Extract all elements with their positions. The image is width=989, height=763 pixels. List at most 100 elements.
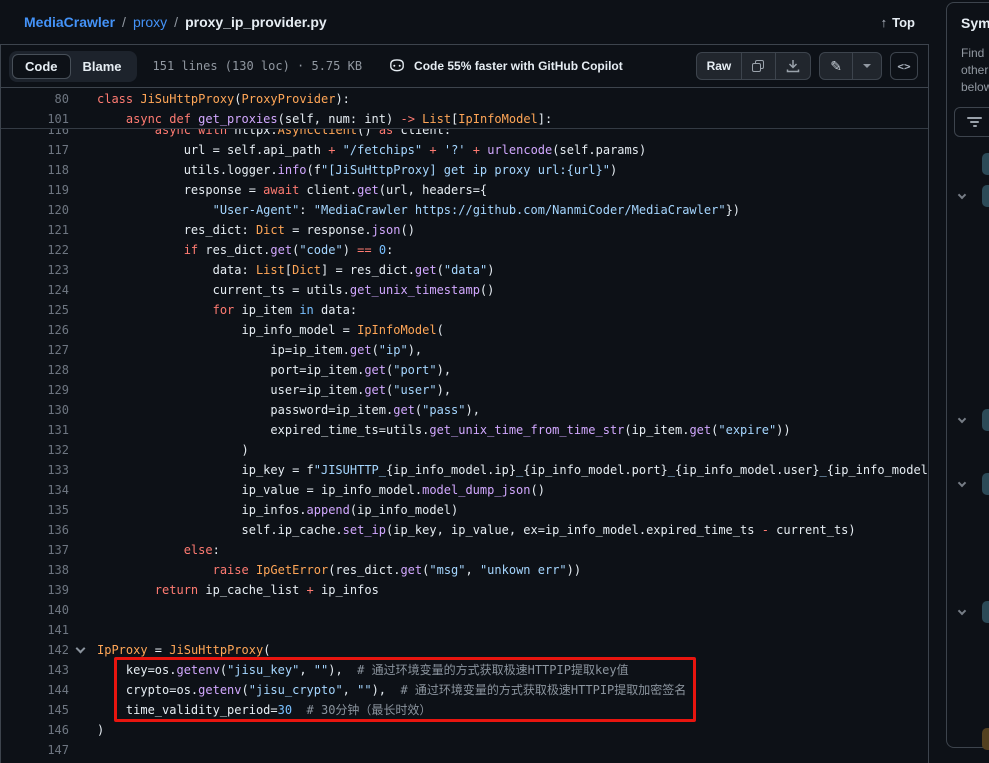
code-line: 130 password=ip_item.get("pass"),	[1, 400, 928, 420]
symbol-pill[interactable]	[982, 473, 989, 495]
symbols-filter-button[interactable]	[954, 107, 989, 137]
symbol-pill[interactable]	[982, 728, 989, 750]
symbol-row[interactable]	[947, 185, 989, 207]
copy-raw-button[interactable]	[741, 53, 775, 79]
code-line: 101 async def get_proxies(self, num: int…	[1, 109, 928, 129]
sticky-lines: 80class JiSuHttpProxy(ProxyProvider):101…	[1, 88, 928, 129]
line-number[interactable]: 132	[1, 440, 69, 460]
line-number[interactable]: 124	[1, 280, 69, 300]
code-line: 125 for ip_item in data:	[1, 300, 928, 320]
edit-file-button[interactable]: ✎	[820, 53, 852, 79]
code-line: 133 ip_key = f"JISUHTTP_{ip_info_model.i…	[1, 460, 928, 480]
line-number[interactable]: 126	[1, 320, 69, 340]
code-line: 131 expired_time_ts=utils.get_unix_time_…	[1, 420, 928, 440]
line-number[interactable]: 133	[1, 460, 69, 480]
line-number[interactable]: 118	[1, 160, 69, 180]
code-line: 126 ip_info_model = IpInfoModel(	[1, 320, 928, 340]
line-number[interactable]: 144	[1, 680, 69, 700]
line-number[interactable]: 131	[1, 420, 69, 440]
chevron-down-icon[interactable]	[958, 415, 966, 423]
symbols-panel: Sym Find other below	[946, 2, 989, 748]
filter-icon	[967, 117, 982, 129]
tab-code[interactable]: Code	[12, 54, 71, 79]
code-line: 124 current_ts = utils.get_unix_timestam…	[1, 280, 928, 300]
line-number[interactable]: 139	[1, 580, 69, 600]
symbol-row[interactable]	[947, 728, 989, 750]
code-line: 119 response = await client.get(url, hea…	[1, 180, 928, 200]
breadcrumb-folder-link[interactable]: proxy	[133, 14, 167, 30]
line-number[interactable]: 122	[1, 240, 69, 260]
chevron-down-icon[interactable]	[958, 479, 966, 487]
code-line: 120 "User-Agent": "MediaCrawler https://…	[1, 200, 928, 220]
line-number[interactable]: 135	[1, 500, 69, 520]
open-symbols-panel-button[interactable]: <>	[890, 52, 918, 80]
line-number[interactable]: 129	[1, 380, 69, 400]
line-number[interactable]: 140	[1, 600, 69, 620]
line-number[interactable]: 125	[1, 300, 69, 320]
symbol-row[interactable]	[947, 601, 989, 623]
symbol-row[interactable]	[947, 473, 989, 495]
code-line: 145 time_validity_period=30 # 30分钟（最长时效）	[1, 700, 928, 720]
code-line: 122 if res_dict.get("code") == 0:	[1, 240, 928, 260]
line-number[interactable]: 130	[1, 400, 69, 420]
code-line: 144 crypto=os.getenv("jisu_crypto", ""),…	[1, 680, 928, 700]
line-number[interactable]: 134	[1, 480, 69, 500]
line-number[interactable]: 136	[1, 520, 69, 540]
line-number[interactable]: 119	[1, 180, 69, 200]
code-line: 141	[1, 620, 928, 640]
line-number[interactable]: 138	[1, 560, 69, 580]
code-line: 80class JiSuHttpProxy(ProxyProvider):	[1, 89, 928, 109]
raw-actions-group: Raw	[696, 52, 812, 80]
code-line: 143 key=os.getenv("jisu_key", ""), # 通过环…	[1, 660, 928, 680]
line-number[interactable]: 120	[1, 200, 69, 220]
line-number[interactable]: 147	[1, 740, 69, 760]
main-column: MediaCrawler / proxy / proxy_ip_provider…	[0, 0, 929, 763]
breadcrumb-filename: proxy_ip_provider.py	[185, 14, 327, 30]
symbol-pill[interactable]	[982, 409, 989, 431]
breadcrumb-separator: /	[174, 14, 178, 30]
symbols-panel-title: Sym	[961, 15, 989, 31]
code-viewer[interactable]: 116 async with httpx.AsyncClient() as cl…	[1, 88, 928, 763]
code-blame-switcher: Code Blame	[9, 51, 137, 82]
breadcrumb-repo-link[interactable]: MediaCrawler	[24, 14, 115, 30]
code-line: 134 ip_value = ip_info_model.model_dump_…	[1, 480, 928, 500]
line-number[interactable]: 128	[1, 360, 69, 380]
code-line: 123 data: List[Dict] = res_dict.get("dat…	[1, 260, 928, 280]
line-number[interactable]: 80	[1, 89, 69, 109]
tab-blame[interactable]: Blame	[71, 55, 134, 78]
line-number[interactable]: 121	[1, 220, 69, 240]
line-number[interactable]: 142	[1, 640, 69, 660]
line-number[interactable]: 137	[1, 540, 69, 560]
caret-down-icon	[863, 64, 871, 68]
breadcrumb-separator: /	[122, 14, 126, 30]
symbol-row[interactable]	[947, 409, 989, 431]
symbol-pill[interactable]	[982, 601, 989, 623]
line-number[interactable]: 123	[1, 260, 69, 280]
copy-icon	[752, 60, 765, 73]
symbol-pill[interactable]	[982, 185, 989, 207]
chevron-down-icon[interactable]	[958, 607, 966, 615]
code-line: 129 user=ip_item.get("user"),	[1, 380, 928, 400]
pencil-icon: ✎	[830, 58, 842, 75]
back-to-top-button[interactable]: ↑ Top	[881, 15, 915, 30]
file-toolbar: Code Blame 151 lines (130 loc) · 5.75 KB…	[1, 45, 928, 88]
github-file-view: MediaCrawler / proxy / proxy_ip_provider…	[0, 0, 989, 763]
code-line: 128 port=ip_item.get("port"),	[1, 360, 928, 380]
code-line: 127 ip=ip_item.get("ip"),	[1, 340, 928, 360]
symbol-pill[interactable]	[982, 153, 989, 175]
download-button[interactable]	[775, 53, 810, 79]
symbol-row[interactable]	[947, 153, 989, 175]
line-number[interactable]: 101	[1, 109, 69, 129]
line-number[interactable]: 117	[1, 140, 69, 160]
chevron-down-icon[interactable]	[958, 191, 966, 199]
code-line: 140	[1, 600, 928, 620]
line-number[interactable]: 127	[1, 340, 69, 360]
line-number[interactable]: 145	[1, 700, 69, 720]
line-number[interactable]: 143	[1, 660, 69, 680]
line-number[interactable]: 146	[1, 720, 69, 740]
collapse-chevron-icon[interactable]	[76, 644, 86, 654]
code-line: 118 utils.logger.info(f"[JiSuHttpProxy] …	[1, 160, 928, 180]
line-number[interactable]: 141	[1, 620, 69, 640]
raw-button[interactable]: Raw	[697, 53, 742, 79]
edit-dropdown-button[interactable]	[852, 53, 881, 79]
